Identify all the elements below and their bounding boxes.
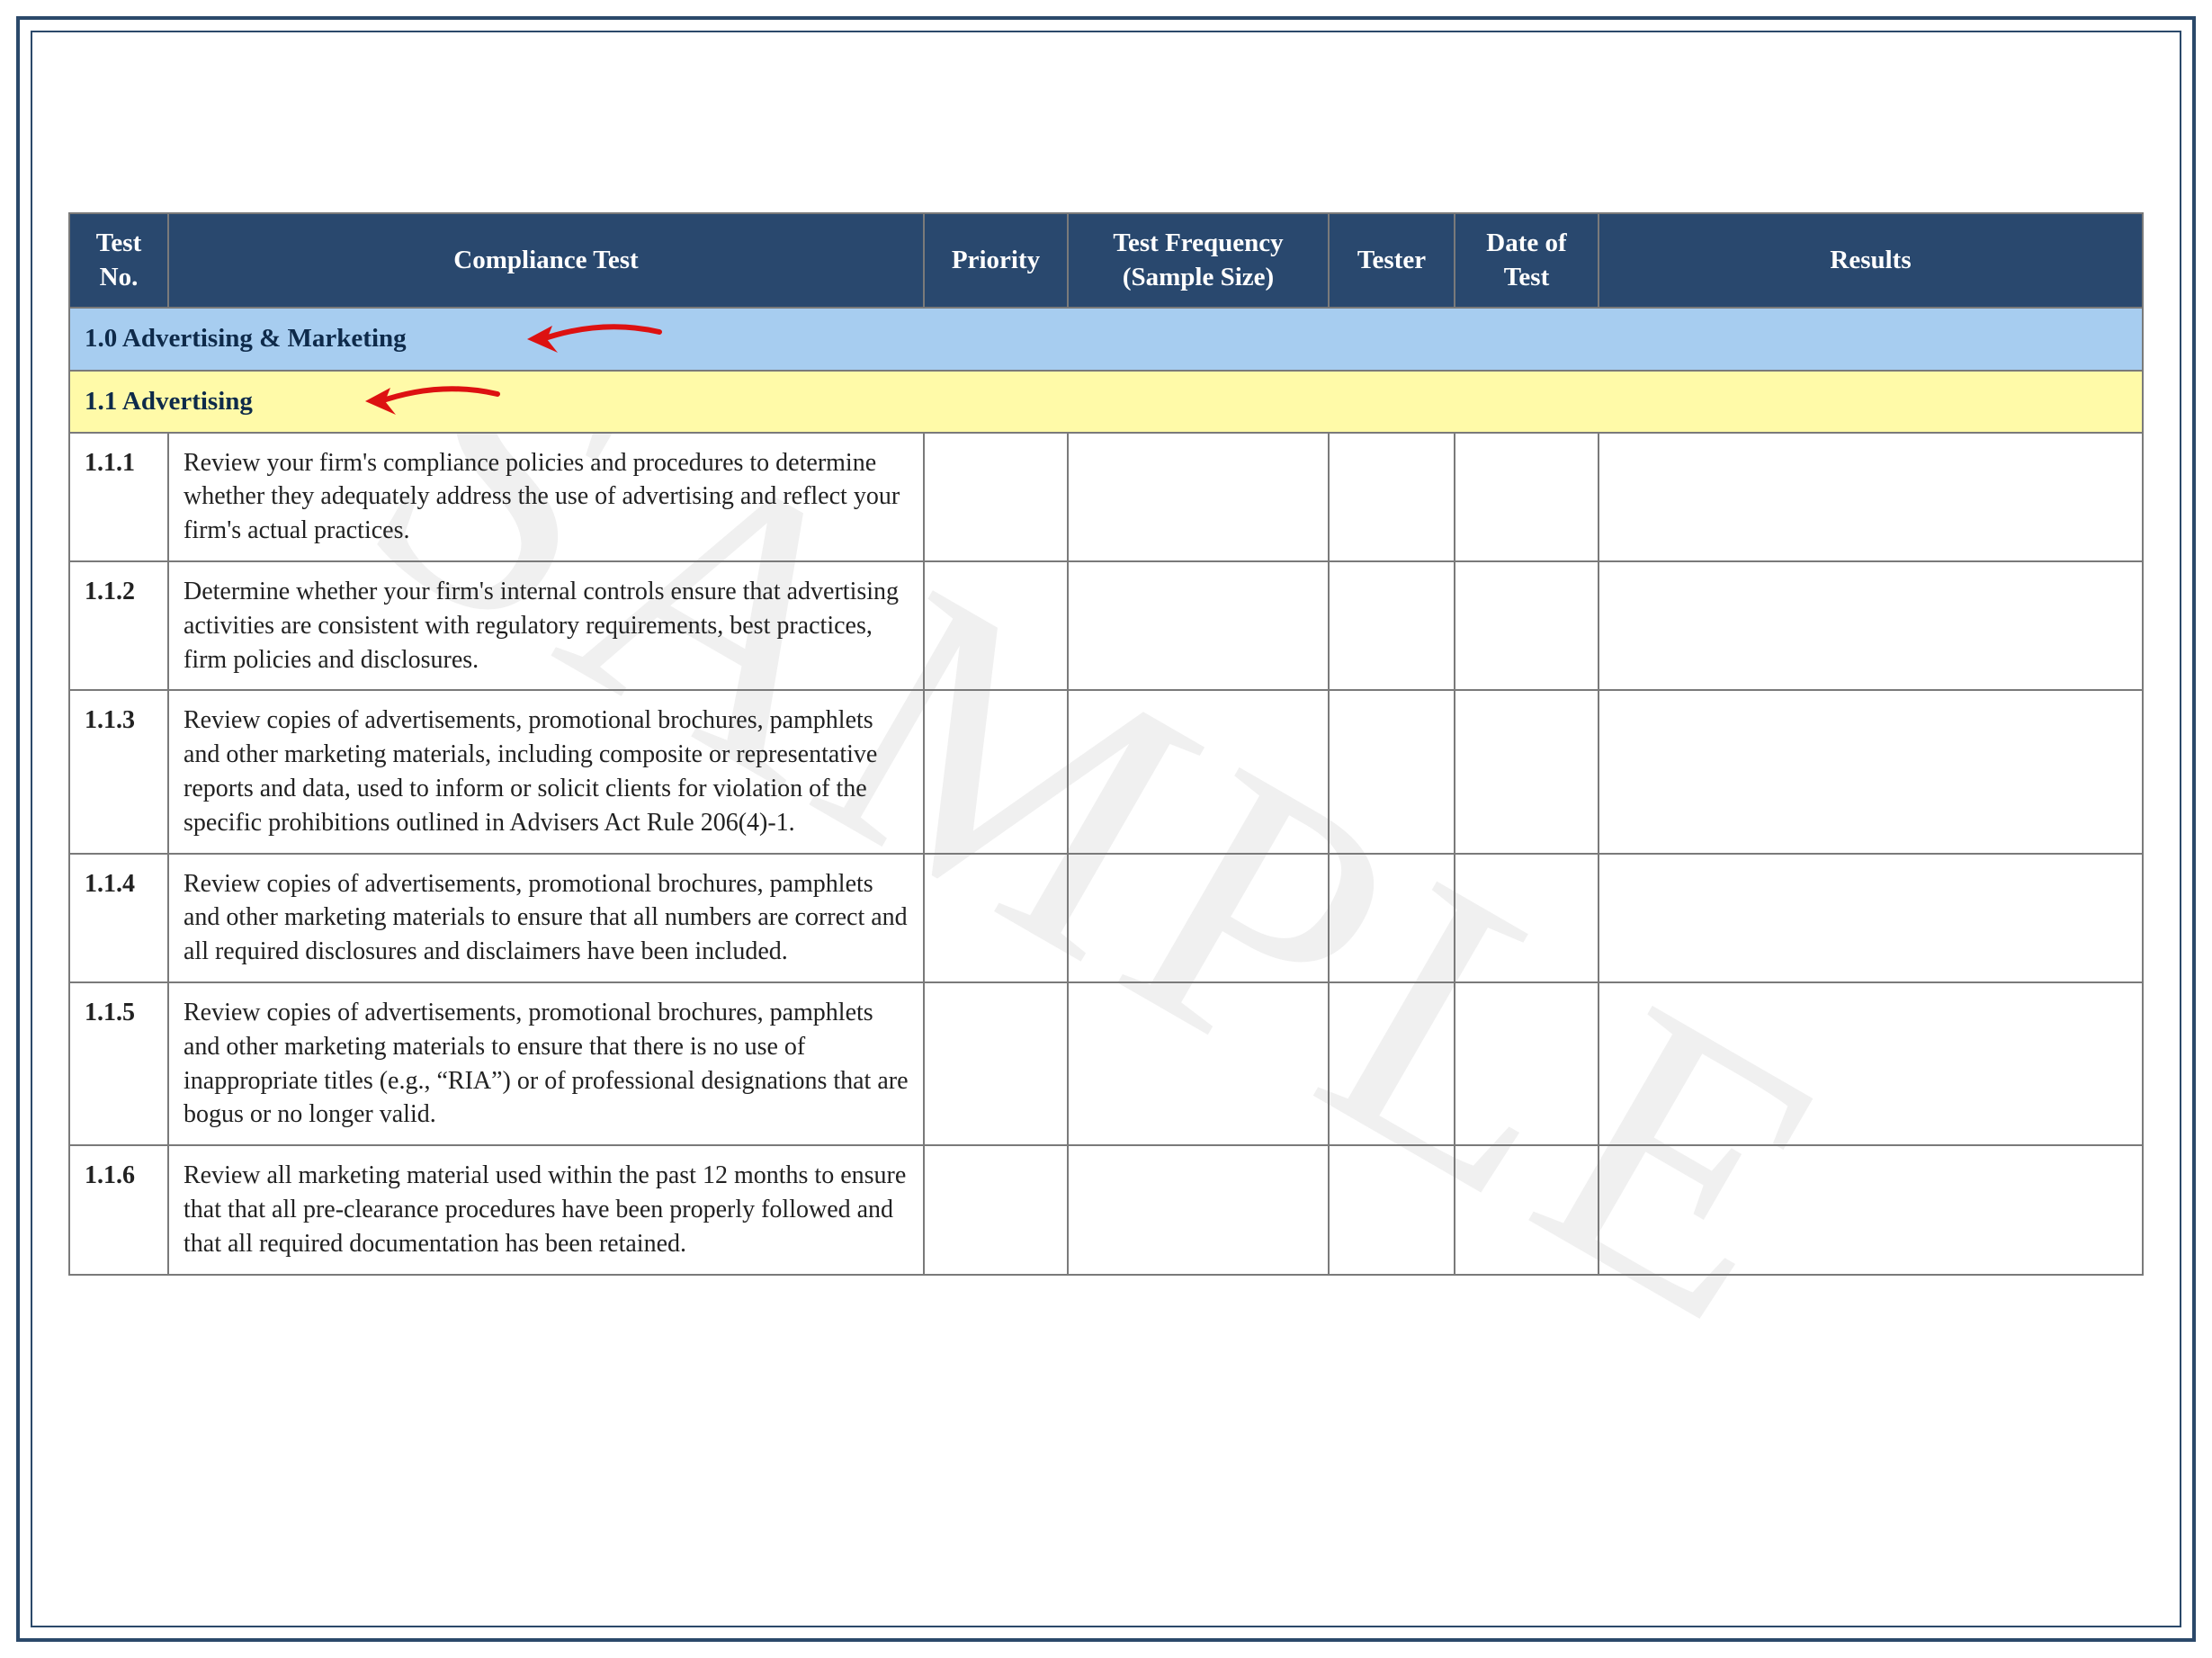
cell-tester — [1329, 690, 1455, 853]
cell-test-no: 1.1.4 — [69, 854, 168, 982]
cell-priority — [924, 433, 1068, 561]
cell-date — [1455, 561, 1599, 690]
cell-tester — [1329, 982, 1455, 1145]
col-compliance-test: Compliance Test — [168, 213, 924, 308]
cell-desc: Review your firm's compliance policies a… — [168, 433, 924, 561]
cell-tester — [1329, 854, 1455, 982]
cell-priority — [924, 561, 1068, 690]
subgroup-label-cell: 1.1 Advertising — [69, 371, 2143, 433]
cell-test-no: 1.1.1 — [69, 433, 168, 561]
cell-date — [1455, 690, 1599, 853]
cell-desc: Review copies of advertisements, promoti… — [168, 690, 924, 853]
cell-date — [1455, 1145, 1599, 1274]
cell-frequency — [1068, 561, 1329, 690]
cell-desc: Review copies of advertisements, promoti… — [168, 854, 924, 982]
group-row: 1.0 Advertising & Marketing — [69, 308, 2143, 370]
cell-results — [1599, 854, 2143, 982]
cell-frequency — [1068, 1145, 1329, 1274]
col-test-no: Test No. — [69, 213, 168, 308]
annotation-arrow-icon — [358, 381, 502, 422]
table-row: 1.1.3 Review copies of advertisements, p… — [69, 690, 2143, 853]
cell-test-no: 1.1.2 — [69, 561, 168, 690]
cell-desc: Review all marketing material used withi… — [168, 1145, 924, 1274]
table-header: Test No. Compliance Test Priority Test F… — [69, 213, 2143, 308]
cell-results — [1599, 982, 2143, 1145]
cell-tester — [1329, 1145, 1455, 1274]
cell-frequency — [1068, 982, 1329, 1145]
annotation-arrow-icon — [520, 318, 664, 360]
cell-results — [1599, 433, 2143, 561]
compliance-table: Test No. Compliance Test Priority Test F… — [68, 212, 2144, 1276]
cell-results — [1599, 1145, 2143, 1274]
group-label: 1.0 Advertising & Marketing — [85, 324, 407, 353]
cell-results — [1599, 690, 2143, 853]
cell-priority — [924, 1145, 1068, 1274]
table-row: 1.1.1 Review your firm's compliance poli… — [69, 433, 2143, 561]
group-label-cell: 1.0 Advertising & Marketing — [69, 308, 2143, 370]
cell-test-no: 1.1.6 — [69, 1145, 168, 1274]
cell-results — [1599, 561, 2143, 690]
col-frequency: Test Frequency (Sample Size) — [1068, 213, 1329, 308]
table-row: 1.1.5 Review copies of advertisements, p… — [69, 982, 2143, 1145]
col-date: Date of Test — [1455, 213, 1599, 308]
cell-test-no: 1.1.3 — [69, 690, 168, 853]
col-tester: Tester — [1329, 213, 1455, 308]
page-frame-inner: SAMPLE Test No. Compliance Test Priority… — [31, 31, 2181, 1627]
cell-priority — [924, 690, 1068, 853]
cell-date — [1455, 433, 1599, 561]
cell-test-no: 1.1.5 — [69, 982, 168, 1145]
cell-desc: Review copies of advertisements, promoti… — [168, 982, 924, 1145]
cell-priority — [924, 982, 1068, 1145]
subgroup-label: 1.1 Advertising — [85, 387, 253, 416]
table-header-row: Test No. Compliance Test Priority Test F… — [69, 213, 2143, 308]
cell-date — [1455, 982, 1599, 1145]
cell-date — [1455, 854, 1599, 982]
cell-frequency — [1068, 433, 1329, 561]
page-frame-outer: SAMPLE Test No. Compliance Test Priority… — [16, 16, 2196, 1642]
cell-tester — [1329, 433, 1455, 561]
cell-priority — [924, 854, 1068, 982]
table-row: 1.1.4 Review copies of advertisements, p… — [69, 854, 2143, 982]
subgroup-row: 1.1 Advertising — [69, 371, 2143, 433]
col-results: Results — [1599, 213, 2143, 308]
table-row: 1.1.2 Determine whether your firm's inte… — [69, 561, 2143, 690]
cell-frequency — [1068, 690, 1329, 853]
cell-tester — [1329, 561, 1455, 690]
cell-desc: Determine whether your firm's internal c… — [168, 561, 924, 690]
cell-frequency — [1068, 854, 1329, 982]
col-priority: Priority — [924, 213, 1068, 308]
table-row: 1.1.6 Review all marketing material used… — [69, 1145, 2143, 1274]
